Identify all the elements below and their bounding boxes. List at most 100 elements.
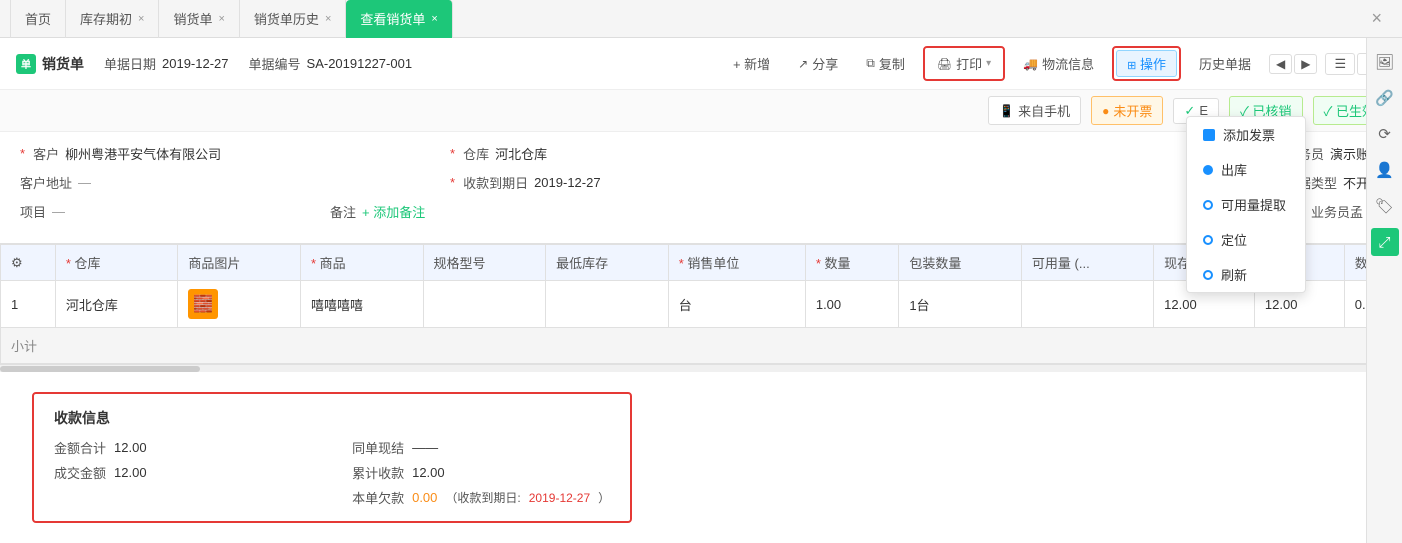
- sidebar-expand-btn[interactable]: ⤢: [1371, 228, 1399, 256]
- doc-number-label: 单据编号: [249, 54, 301, 73]
- col-product-img: 商品图片: [178, 245, 301, 281]
- cell-spec: [423, 281, 546, 328]
- col-gear[interactable]: ⚙: [1, 245, 56, 281]
- cell-product-img: 🧱: [178, 281, 301, 328]
- cell-warehouse: 河北仓库: [55, 281, 178, 328]
- menu-item-refresh[interactable]: 刷新: [1187, 257, 1305, 292]
- menu-item-add-invoice[interactable]: 添加发票: [1187, 117, 1305, 152]
- col-available: 可用量 (...: [1021, 245, 1153, 281]
- address-value[interactable]: —: [78, 175, 91, 190]
- customer-label: 客户: [33, 144, 59, 163]
- project-value: —: [52, 204, 65, 219]
- horizontal-scrollbar[interactable]: [0, 364, 1402, 372]
- from-phone-button[interactable]: 📱 来自手机: [988, 96, 1081, 125]
- salesperson-label: 业务员孟: [1311, 202, 1363, 221]
- doc-date-item: 单据日期 2019-12-27: [104, 54, 229, 73]
- payment-date-label: 收款到期日: [463, 173, 528, 192]
- cell-quantity: 1.00: [805, 281, 898, 328]
- cell-min-stock: [546, 281, 669, 328]
- menu-item-available-qty[interactable]: 可用量提取: [1187, 187, 1305, 222]
- summary-cumulative-receipts: 累计收款 12.00: [352, 463, 610, 482]
- tab-view-sales[interactable]: 查看销货单 ×: [346, 0, 452, 38]
- col-pack-qty: 包装数量: [899, 245, 1022, 281]
- summary-deal-amount: 成交金额 12.00: [54, 463, 312, 482]
- tab-sales-order[interactable]: 销货单 ×: [159, 0, 239, 38]
- col-product: * 商品: [300, 245, 423, 281]
- add-note-btn[interactable]: + 添加备注: [362, 202, 425, 221]
- next-arrow[interactable]: ▶: [1294, 54, 1317, 74]
- address-field: 客户地址 —: [20, 173, 420, 192]
- customer-value[interactable]: 柳州粤港平安气体有限公司: [65, 144, 221, 163]
- cell-available: [1021, 281, 1153, 328]
- payment-date-field: * 收款到期日 2019-12-27: [450, 173, 730, 192]
- doc-date-value: 2019-12-27: [162, 56, 229, 71]
- summary-section: 收款信息 金额合计 12.00 同单现结 —— 成交金额 12.00 累计收款 …: [32, 392, 632, 523]
- window-close-button[interactable]: ×: [1361, 8, 1392, 29]
- available-qty-icon: [1203, 200, 1213, 210]
- form-row-1: * 客户 柳州粤港平安气体有限公司 * 仓库 河北仓库 业务员 演示账号: [20, 144, 1382, 163]
- warehouse-label: 仓库: [463, 144, 489, 163]
- summary-order-debt: [54, 488, 312, 507]
- tab-view-sales-close[interactable]: ×: [431, 13, 437, 25]
- menu-item-outbound[interactable]: 出库: [1187, 152, 1305, 187]
- sidebar-clock-btn[interactable]: ⟳: [1371, 120, 1399, 148]
- tab-sales-order-close[interactable]: ×: [218, 13, 224, 25]
- main-content: 单 销货单 单据日期 2019-12-27 单据编号 SA-20191227-0…: [0, 38, 1402, 543]
- subtotal-label: 小计: [1, 328, 1402, 364]
- layout-list[interactable]: ☰: [1325, 53, 1355, 75]
- right-sidebar: 🖼 🔗 ⟳ 👤 🏷 ⤢: [1366, 38, 1402, 543]
- tabs-bar: 首页 库存期初 × 销货单 × 销货单历史 × 查看销货单 × ×: [0, 0, 1402, 38]
- col-spec: 规格型号: [423, 245, 546, 281]
- product-thumbnail: 🧱: [188, 289, 218, 319]
- refresh-icon: [1203, 270, 1213, 280]
- sidebar-link-btn[interactable]: 🔗: [1371, 84, 1399, 112]
- operate-button[interactable]: ⊞ 操作: [1116, 50, 1177, 77]
- doc-number-item: 单据编号 SA-20191227-001: [249, 54, 413, 73]
- summary-same-order-settlement: 同单现结 ——: [352, 438, 610, 457]
- form-row-2: 客户地址 — * 收款到期日 2019-12-27 * 票据类型 不开票: [20, 173, 1382, 192]
- logistics-button[interactable]: 🚚 物流信息: [1013, 50, 1104, 77]
- doc-header: 单 销货单 单据日期 2019-12-27 单据编号 SA-20191227-0…: [0, 38, 1402, 90]
- outbound-icon: [1203, 165, 1213, 175]
- not-open-ticket-button[interactable]: ● 未开票: [1091, 96, 1163, 125]
- tab-inventory-init-close[interactable]: ×: [138, 13, 144, 25]
- summary-wrapper: 收款信息 金额合计 12.00 同单现结 —— 成交金额 12.00 累计收款 …: [0, 372, 1402, 543]
- sidebar-tag-btn[interactable]: 🏷: [1371, 192, 1399, 220]
- cell-product: 嘻嘻嘻嘻: [300, 281, 423, 328]
- prev-arrow[interactable]: ◀: [1269, 54, 1292, 74]
- sidebar-user-btn[interactable]: 👤: [1371, 156, 1399, 184]
- warehouse-value[interactable]: 河北仓库: [495, 144, 547, 163]
- payment-date-value[interactable]: 2019-12-27: [534, 175, 601, 190]
- share-button[interactable]: ↗ 分享: [788, 50, 848, 77]
- print-button[interactable]: 🖨 打印 ▾: [927, 50, 1001, 77]
- tab-sales-history[interactable]: 销货单历史 ×: [240, 0, 346, 38]
- copy-button[interactable]: ⧉ 复制: [856, 50, 915, 77]
- summary-debt-row: 本单欠款 0.00 （收款到期日: 2019-12-27 ）: [352, 488, 610, 507]
- summary-grid: 金额合计 12.00 同单现结 —— 成交金额 12.00 累计收款 12.00: [54, 438, 610, 507]
- project-field: 项目 —: [20, 202, 300, 221]
- tab-sales-history-close[interactable]: ×: [325, 13, 331, 25]
- nav-arrows: ◀ ▶: [1269, 54, 1317, 74]
- summary-title: 收款信息: [54, 408, 610, 428]
- sidebar-image-btn[interactable]: 🖼: [1371, 48, 1399, 76]
- tab-inventory-init[interactable]: 库存期初 ×: [66, 0, 159, 38]
- col-quantity: * 数量: [805, 245, 898, 281]
- tab-home[interactable]: 首页: [10, 0, 66, 38]
- form-row-3: 项目 — 备注 + 添加备注 * 业务员孟 —: [20, 202, 1382, 221]
- warehouse-field: * 仓库 河北仓库: [450, 144, 730, 163]
- new-button[interactable]: + 新增: [723, 50, 780, 77]
- scrollbar-thumb[interactable]: [0, 366, 200, 372]
- cell-seq: 1: [1, 281, 56, 328]
- col-sales-unit: * 销售单位: [668, 245, 805, 281]
- add-invoice-icon: [1203, 129, 1215, 141]
- doc-meta: 单据日期 2019-12-27 单据编号 SA-20191227-001: [104, 54, 723, 73]
- project-label: 项目: [20, 202, 46, 221]
- history-button[interactable]: 历史单据: [1189, 50, 1261, 77]
- menu-item-locate[interactable]: 定位: [1187, 222, 1305, 257]
- print-highlight-box: 🖨 打印 ▾: [923, 46, 1005, 81]
- cell-sales-unit: 台: [668, 281, 805, 328]
- doc-type-icon: 单: [16, 54, 36, 74]
- dropdown-menu: 添加发票 出库 可用量提取 定位 刷新: [1186, 116, 1306, 293]
- col-min-stock: 最低库存: [546, 245, 669, 281]
- doc-actions: + 新增 ↗ 分享 ⧉ 复制 🖨 打印 ▾ 🚚 物流信息: [723, 46, 1386, 81]
